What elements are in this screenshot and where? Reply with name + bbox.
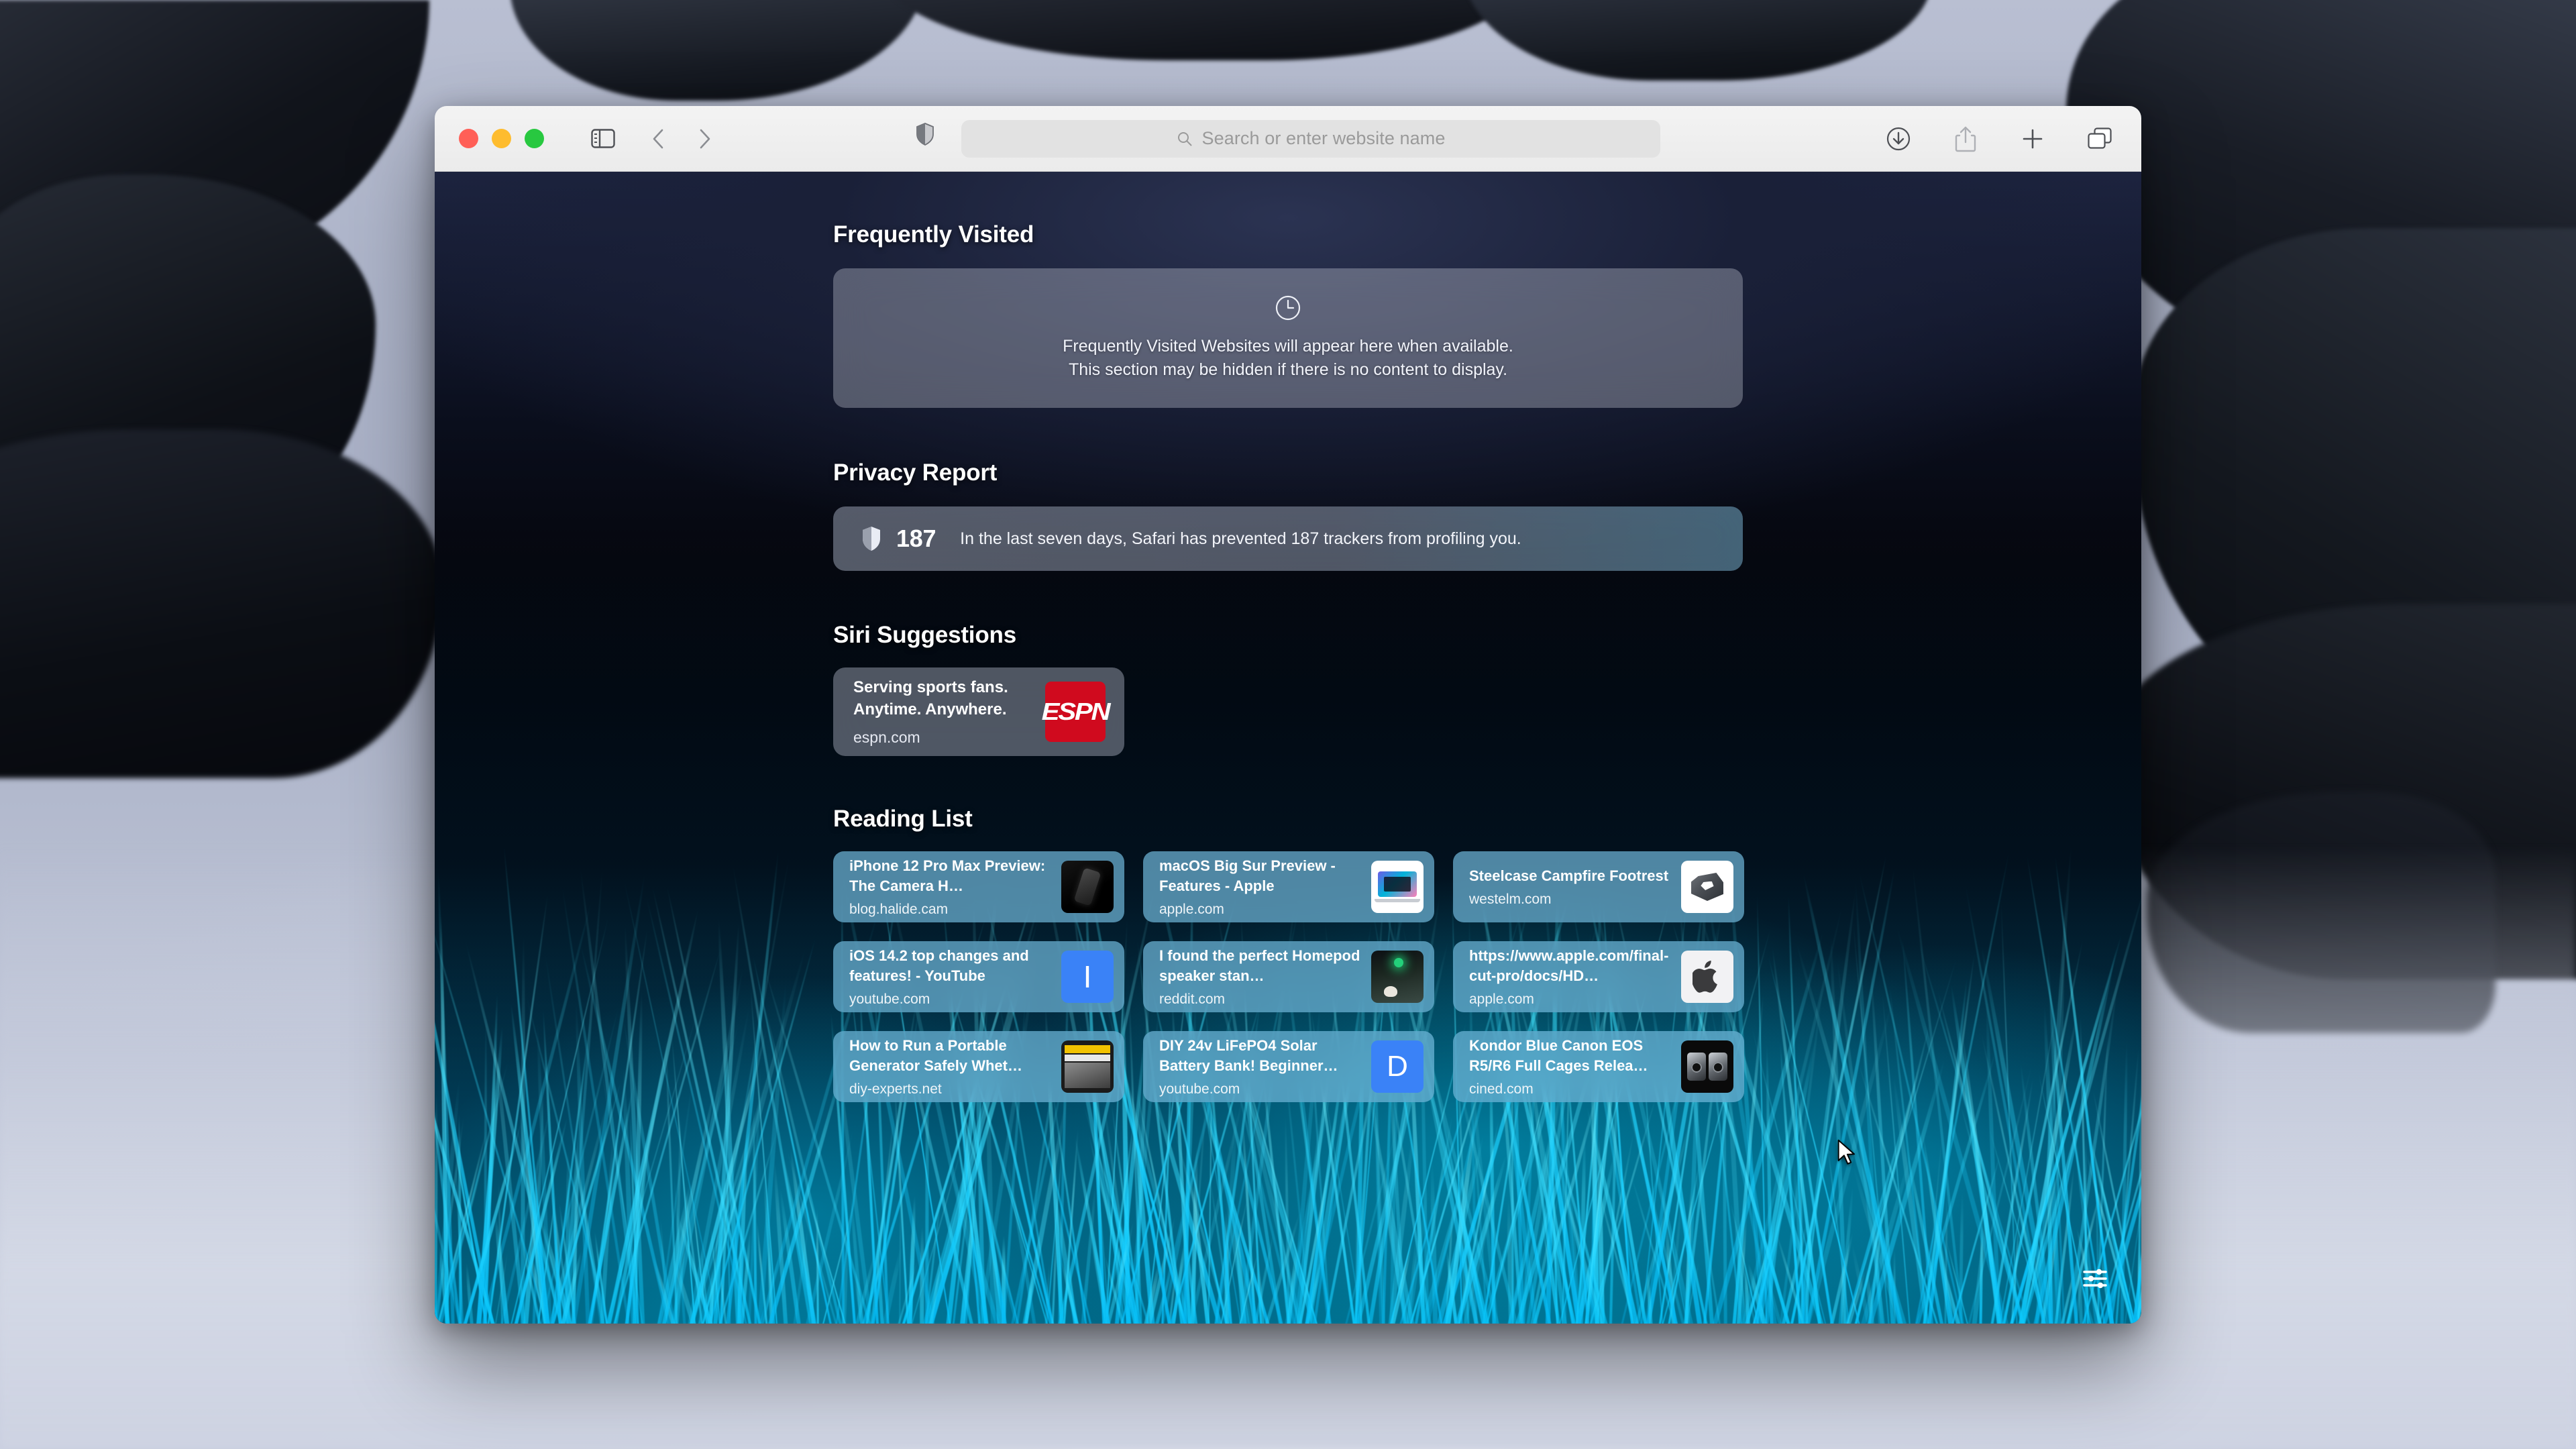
espn-logo-icon: ESPN [1042,682,1111,742]
reading-list-item-domain: apple.com [1159,901,1224,917]
siri-card-domain: espn.com [853,729,920,747]
privacy-shield-icon[interactable] [916,122,945,155]
reading-list-item-title: DIY 24v LiFePO4 Solar Battery Bank! Begi… [1159,1037,1338,1074]
macbook-thumb [1371,861,1424,913]
reading-list-item-title: iPhone 12 Pro Max Preview: The Camera H… [849,857,1046,894]
navigation-buttons [642,120,721,158]
reading-list-item-domain: youtube.com [1159,1081,1240,1097]
reading-list-item-title: https://www.apple.com/final-cut-pro/docs… [1469,947,1669,984]
browser-toolbar: Search or enter website name [435,106,2141,172]
search-input[interactable]: Search or enter website name [961,119,1660,158]
reading-list-item-title: How to Run a Portable Generator Safely W… [849,1037,1022,1074]
close-window-button[interactable] [459,129,478,148]
reading-list-item-title: iOS 14.2 top changes and features! - You… [849,947,1029,984]
reading-list-item[interactable]: iOS 14.2 top changes and features! - You… [833,941,1124,1012]
chevron-right-icon[interactable] [689,120,721,158]
frequently-visited-section: Frequently Visited Frequently Visited We… [833,221,1743,408]
mouse-cursor [1837,1139,1855,1165]
window-controls [459,129,544,148]
reading-list-item[interactable]: How to Run a Portable Generator Safely W… [833,1031,1124,1102]
reading-list-item[interactable]: iPhone 12 Pro Max Preview: The Camera H…… [833,851,1124,922]
reading-list-item[interactable]: https://www.apple.com/final-cut-pro/docs… [1453,941,1744,1012]
rock-shape [510,0,926,101]
magnifier-icon [1177,131,1191,146]
siri-card-line2: Anytime. Anywhere. [853,700,1007,718]
customize-start-page-button[interactable] [2080,1263,2110,1294]
address-bar-group: Search or enter website name [916,119,1660,158]
privacy-report-section: Privacy Report 187 In the last seven day… [833,460,1743,571]
reading-list-grid: iPhone 12 Pro Max Preview: The Camera H…… [833,851,1744,1102]
generator-thumb [1061,1040,1114,1093]
reading-list-item-title: Steelcase Campfire Footrest [1469,867,1669,884]
reading-list-item[interactable]: macOS Big Sur Preview - Features - Apple… [1143,851,1434,922]
iphone-thumb [1061,861,1114,913]
sidebar-toggle-icon[interactable] [584,120,622,158]
reading-list-item-domain: blog.halide.cam [849,901,949,917]
camera-thumb [1681,1040,1733,1093]
reading-list-item[interactable]: Kondor Blue Canon EOS R5/R6 Full Cages R… [1453,1031,1744,1102]
espn-logo-text: ESPN [1041,698,1111,725]
room-photo-thumb [1371,951,1424,1003]
privacy-report-title: Privacy Report [833,460,998,486]
privacy-report-message: In the last seven days, Safari has preve… [960,529,1521,548]
reading-list-item-domain: westelm.com [1469,892,1552,908]
frequently-visited-empty-line1: Frequently Visited Websites will appear … [1063,336,1513,356]
reading-list-item-title: Kondor Blue Canon EOS R5/R6 Full Cages R… [1469,1037,1648,1074]
sliders-icon [2083,1269,2107,1289]
siri-suggestions-section: Siri Suggestions Serving sports fans. An… [833,622,1743,756]
apple-logo-thumb [1681,951,1733,1003]
share-icon[interactable] [1948,121,1983,156]
frequently-visited-empty-state: Frequently Visited Websites will appear … [833,268,1743,408]
tab-overview-icon[interactable] [2082,121,2117,156]
rock-shape [1462,0,1932,80]
desktop-wallpaper: Search or enter website name Frequently … [0,0,2576,1449]
minimize-window-button[interactable] [492,129,511,148]
reading-list-title: Reading List [833,806,973,832]
reading-list-item[interactable]: Steelcase Campfire Footrest westelm.com [1453,851,1744,922]
download-icon[interactable] [1881,121,1916,156]
tracker-count: 187 [896,525,936,552]
chevron-left-icon[interactable] [642,120,674,158]
shield-icon [863,527,880,551]
reading-list-item-title: I found the perfect Homepod speaker stan… [1159,947,1360,984]
reading-list-item[interactable]: I found the perfect Homepod speaker stan… [1143,941,1434,1012]
frequently-visited-title: Frequently Visited [833,221,1034,248]
reading-list-item-domain: reddit.com [1159,991,1226,1007]
footrest-thumb [1681,861,1733,913]
safari-window: Search or enter website name Frequently … [435,106,2141,1324]
zoom-window-button[interactable] [525,129,544,148]
siri-suggestion-card[interactable]: Serving sports fans. Anytime. Anywhere. … [833,667,1124,756]
plus-icon[interactable] [2015,121,2050,156]
rock-shape [872,0,1529,60]
reading-list-item-title: macOS Big Sur Preview - Features - Apple [1159,857,1336,894]
reading-list-item-domain: youtube.com [849,991,930,1007]
reading-list-item-domain: cined.com [1469,1081,1534,1097]
letter-thumb: D [1371,1040,1424,1093]
clock-icon [1275,295,1301,320]
address-bar-placeholder: Search or enter website name [1201,128,1446,148]
reading-list-item-domain: diy-experts.net [849,1081,942,1097]
siri-card-line1: Serving sports fans. [853,678,1008,696]
reading-list-item-domain: apple.com [1469,991,1534,1007]
siri-suggestions-title: Siri Suggestions [833,622,1016,648]
frequently-visited-empty-line2: This section may be hidden if there is n… [1068,360,1508,379]
toolbar-right-buttons [1881,121,2117,156]
reading-list-item[interactable]: DIY 24v LiFePO4 Solar Battery Bank! Begi… [1143,1031,1434,1102]
start-page-content: Frequently Visited Frequently Visited We… [435,172,2141,1324]
start-page: Frequently Visited Frequently Visited We… [435,172,2141,1324]
reading-list-section: Reading List iPhone 12 Pro Max Preview: … [833,806,1744,1102]
letter-thumb: I [1061,951,1114,1003]
privacy-report-card[interactable]: 187 In the last seven days, Safari has p… [833,506,1743,571]
rock-shape [0,429,443,778]
